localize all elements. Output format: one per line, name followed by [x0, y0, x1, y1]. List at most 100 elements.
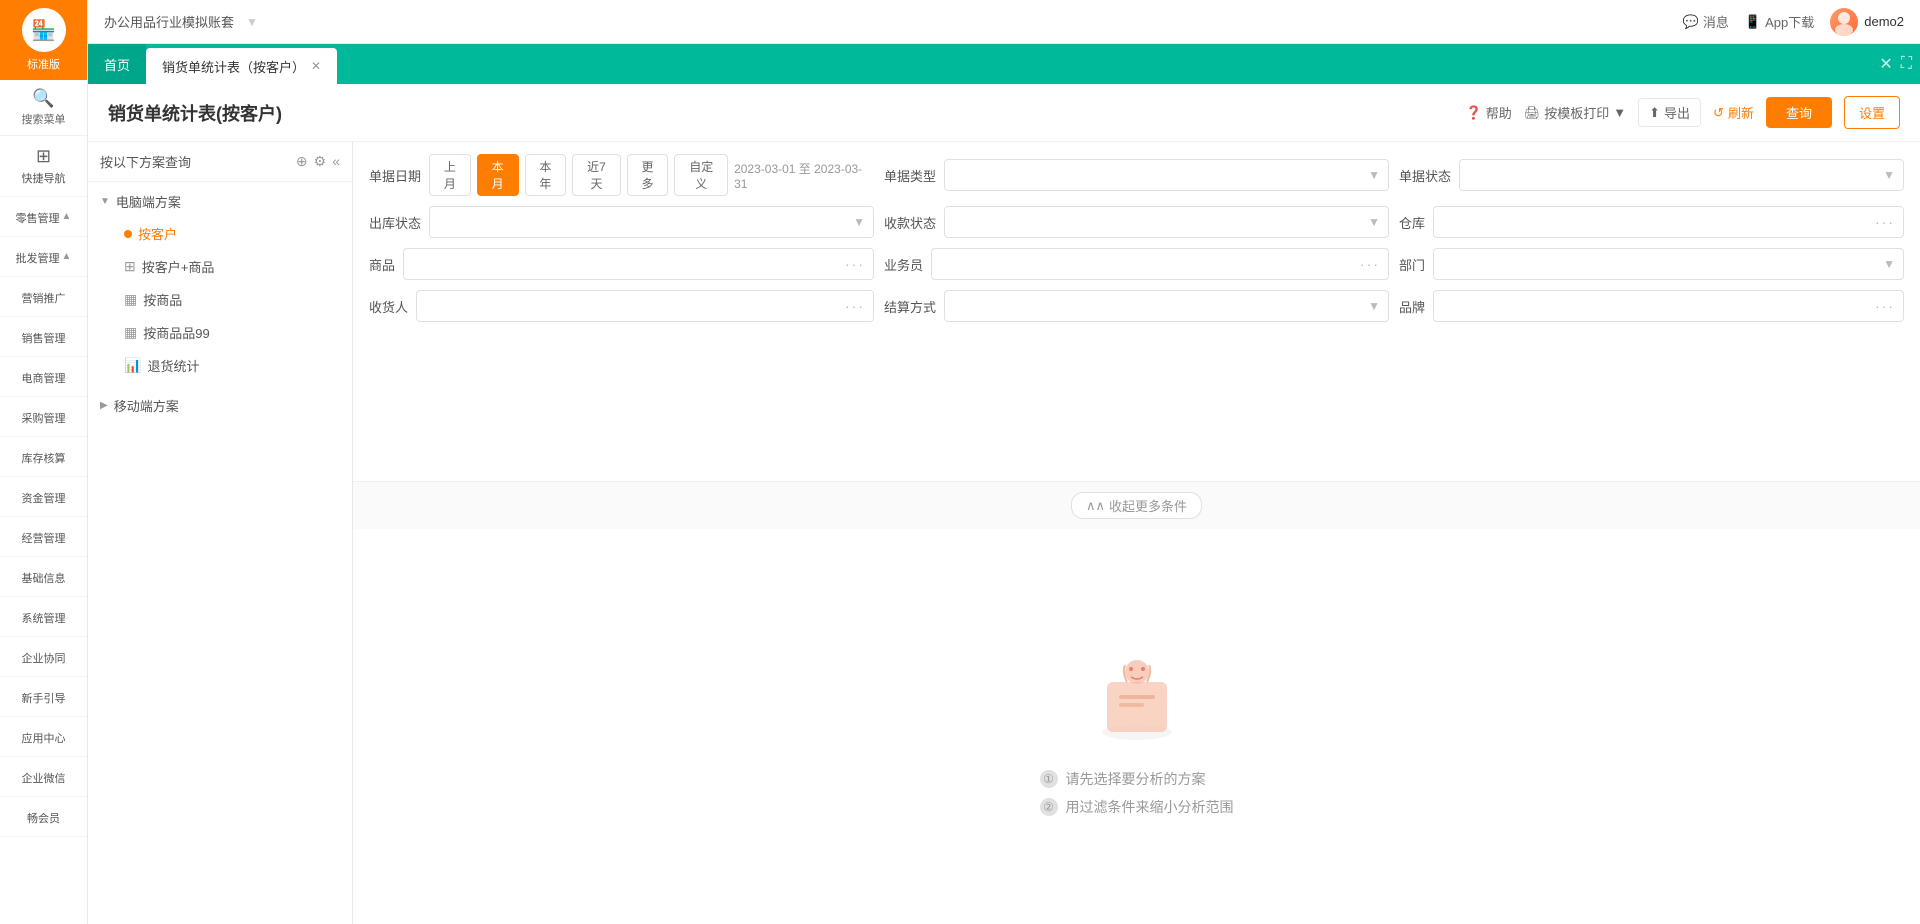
scheme-grid-icon: ⊞	[124, 258, 136, 275]
help-icon: ❓	[1466, 105, 1482, 121]
page-content: 销货单统计表(按客户) ❓ 帮助 🖨 按模板打印 ▼ ⬆ 导出 ↺ 刷新	[88, 84, 1920, 924]
empty-tip-2: ② 用过滤条件来缩小分析范围	[1040, 797, 1234, 817]
tab-close-window-icon[interactable]: ✕	[1879, 54, 1892, 74]
scheme-item-by-customer[interactable]: 按客户	[88, 217, 352, 250]
filter-row-3: 商品 ··· 业务员 ···	[369, 248, 1904, 280]
out-status-input[interactable]: ▼	[429, 206, 874, 238]
sidebar-item-quick-nav[interactable]: ⊞ 快捷导航	[0, 136, 87, 197]
tab-sales-stat[interactable]: 销货单统计表（按客户） ✕	[146, 48, 337, 84]
refresh-button[interactable]: ↺ 刷新	[1713, 103, 1754, 122]
filter-field-out-status: 出库状态 ▼	[369, 206, 874, 238]
filter-field-warehouse: 仓库 ···	[1399, 206, 1904, 238]
tab-close-icon[interactable]: ✕	[311, 59, 321, 73]
tab-home[interactable]: 首页	[88, 44, 146, 84]
settlement-label: 结算方式	[884, 297, 936, 316]
tab-sales-stat-label: 销货单统计表（按客户）	[162, 57, 305, 76]
scheme-item-by-product-99[interactable]: ▦ 按商品品99	[88, 316, 352, 349]
out-status-chevron-icon: ▼	[853, 215, 865, 229]
brand-input[interactable]: ···	[1433, 290, 1904, 322]
sidebar-item-system[interactable]: 系统管理	[0, 597, 87, 637]
collect-status-input[interactable]: ▼	[944, 206, 1389, 238]
date-btn-last-month[interactable]: 上月	[429, 154, 471, 196]
desktop-group-label: 电脑端方案	[116, 192, 181, 211]
print-icon: 🖨	[1524, 105, 1541, 121]
scheme-table-icon: ▦	[124, 291, 137, 308]
search-label: 搜索菜单	[22, 111, 66, 127]
doc-type-input[interactable]: ▼	[944, 159, 1389, 191]
sidebar: 🏪 标准版 🔍 搜索菜单 ⊞ 快捷导航 零售管理 ▲ 批发管理 ▲ 营销推广 销…	[0, 0, 88, 924]
date-btn-this-month[interactable]: 本月	[477, 154, 519, 196]
sidebar-item-newuser[interactable]: 新手引导	[0, 677, 87, 717]
app-label: App下载	[1765, 12, 1814, 31]
message-button[interactable]: 💬 消息	[1683, 12, 1729, 31]
doc-status-chevron-icon: ▼	[1883, 168, 1895, 182]
sidebar-item-retail[interactable]: 零售管理 ▲	[0, 197, 87, 237]
tab-maximize-icon[interactable]: ⛶	[1901, 55, 1912, 73]
avatar	[1830, 8, 1858, 36]
add-scheme-button[interactable]: ⊕	[296, 153, 308, 170]
doc-status-input[interactable]: ▼	[1459, 159, 1904, 191]
settings-button-top[interactable]: 设置	[1844, 96, 1900, 129]
scheme-item-by-customer-product[interactable]: ⊞ 按客户+商品	[88, 250, 352, 283]
date-btn-this-year[interactable]: 本年	[525, 154, 567, 196]
date-btn-7days[interactable]: 近7天	[572, 154, 620, 196]
sidebar-item-enterprise[interactable]: 企业协同	[0, 637, 87, 677]
product-input[interactable]: ···	[403, 248, 874, 280]
sidebar-item-wechat[interactable]: 企业微信	[0, 757, 87, 797]
help-button[interactable]: ❓ 帮助	[1466, 103, 1512, 122]
system-label: 系统管理	[22, 610, 66, 626]
query-button-top[interactable]: 查询	[1766, 97, 1832, 128]
settlement-input[interactable]: ▼	[944, 290, 1389, 322]
sidebar-item-ecom[interactable]: 电商管理	[0, 357, 87, 397]
warehouse-input[interactable]: ···	[1433, 206, 1904, 238]
user-menu[interactable]: demo2	[1830, 8, 1904, 36]
settings-scheme-button[interactable]: ⚙	[314, 153, 327, 170]
date-btn-custom[interactable]: 自定义	[674, 154, 728, 196]
recipient-input[interactable]: ···	[416, 290, 874, 322]
sidebar-item-sales[interactable]: 销售管理	[0, 317, 87, 357]
retail-arrow-icon: ▲	[62, 211, 72, 222]
sidebar-logo[interactable]: 🏪 标准版	[0, 0, 87, 80]
desktop-scheme-group-header[interactable]: ▼ 电脑端方案	[88, 186, 352, 217]
desktop-scheme-group: ▼ 电脑端方案 按客户 ⊞ 按客户+商品 ▦ 按商品	[88, 182, 352, 386]
mobile-scheme-group: ▶ 移动端方案	[88, 386, 352, 425]
sidebar-item-finance[interactable]: 资金管理	[0, 477, 87, 517]
salesman-label: 业务员	[884, 255, 923, 274]
scheme-item-by-product[interactable]: ▦ 按商品	[88, 283, 352, 316]
brand-dots: ···	[1875, 298, 1895, 314]
salesman-input[interactable]: ···	[931, 248, 1389, 280]
collapse-panel-button[interactable]: «	[332, 153, 340, 170]
filter-field-brand: 品牌 ···	[1399, 290, 1904, 322]
date-btn-more[interactable]: 更多	[627, 154, 669, 196]
topbar-dropdown-icon[interactable]: ▼	[246, 15, 258, 29]
dept-chevron-icon: ▼	[1883, 257, 1895, 271]
scheme-item-return-stat[interactable]: 📊 退货统计	[88, 349, 352, 382]
tabbar-actions: ✕ ⛶	[1871, 44, 1920, 84]
inventory-label: 库存核算	[22, 450, 66, 466]
sidebar-item-inventory[interactable]: 库存核算	[0, 437, 87, 477]
scheme-table2-icon: ▦	[124, 324, 137, 341]
sidebar-item-operations[interactable]: 经营管理	[0, 517, 87, 557]
app-download-button[interactable]: 📱 App下载	[1745, 12, 1814, 31]
mobile-scheme-group-header[interactable]: ▶ 移动端方案	[88, 390, 352, 421]
product-label: 商品	[369, 255, 395, 274]
sidebar-item-basic[interactable]: 基础信息	[0, 557, 87, 597]
scheme-item-by-product-label: 按商品	[143, 290, 182, 309]
salesman-dots: ···	[1360, 256, 1380, 272]
sidebar-item-marketing[interactable]: 营销推广	[0, 277, 87, 317]
sidebar-item-member[interactable]: 畅会员	[0, 797, 87, 837]
search-icon: 🔍	[32, 88, 54, 109]
template-print-button[interactable]: 🖨 按模板打印 ▼	[1524, 103, 1626, 122]
filter-field-doc-status: 单据状态 ▼	[1399, 159, 1904, 191]
scheme-item-by-customer-product-label: 按客户+商品	[142, 257, 215, 276]
collapse-button[interactable]: ∧∧ 收起更多条件	[1071, 492, 1202, 519]
main-area: 办公用品行业模拟账套 ▼ 💬 消息 📱 App下载 demo2 首页 销	[88, 0, 1920, 924]
collapse-bar: ∧∧ 收起更多条件	[353, 481, 1920, 529]
sidebar-item-wholesale[interactable]: 批发管理 ▲	[0, 237, 87, 277]
dept-input[interactable]: ▼	[1433, 248, 1904, 280]
left-panel-header: 按以下方案查询 ⊕ ⚙ «	[88, 142, 352, 182]
sidebar-item-appcenter[interactable]: 应用中心	[0, 717, 87, 757]
sidebar-search[interactable]: 🔍 搜索菜单	[0, 80, 87, 136]
export-button[interactable]: ⬆ 导出	[1638, 98, 1701, 127]
sidebar-item-purchase[interactable]: 采购管理	[0, 397, 87, 437]
